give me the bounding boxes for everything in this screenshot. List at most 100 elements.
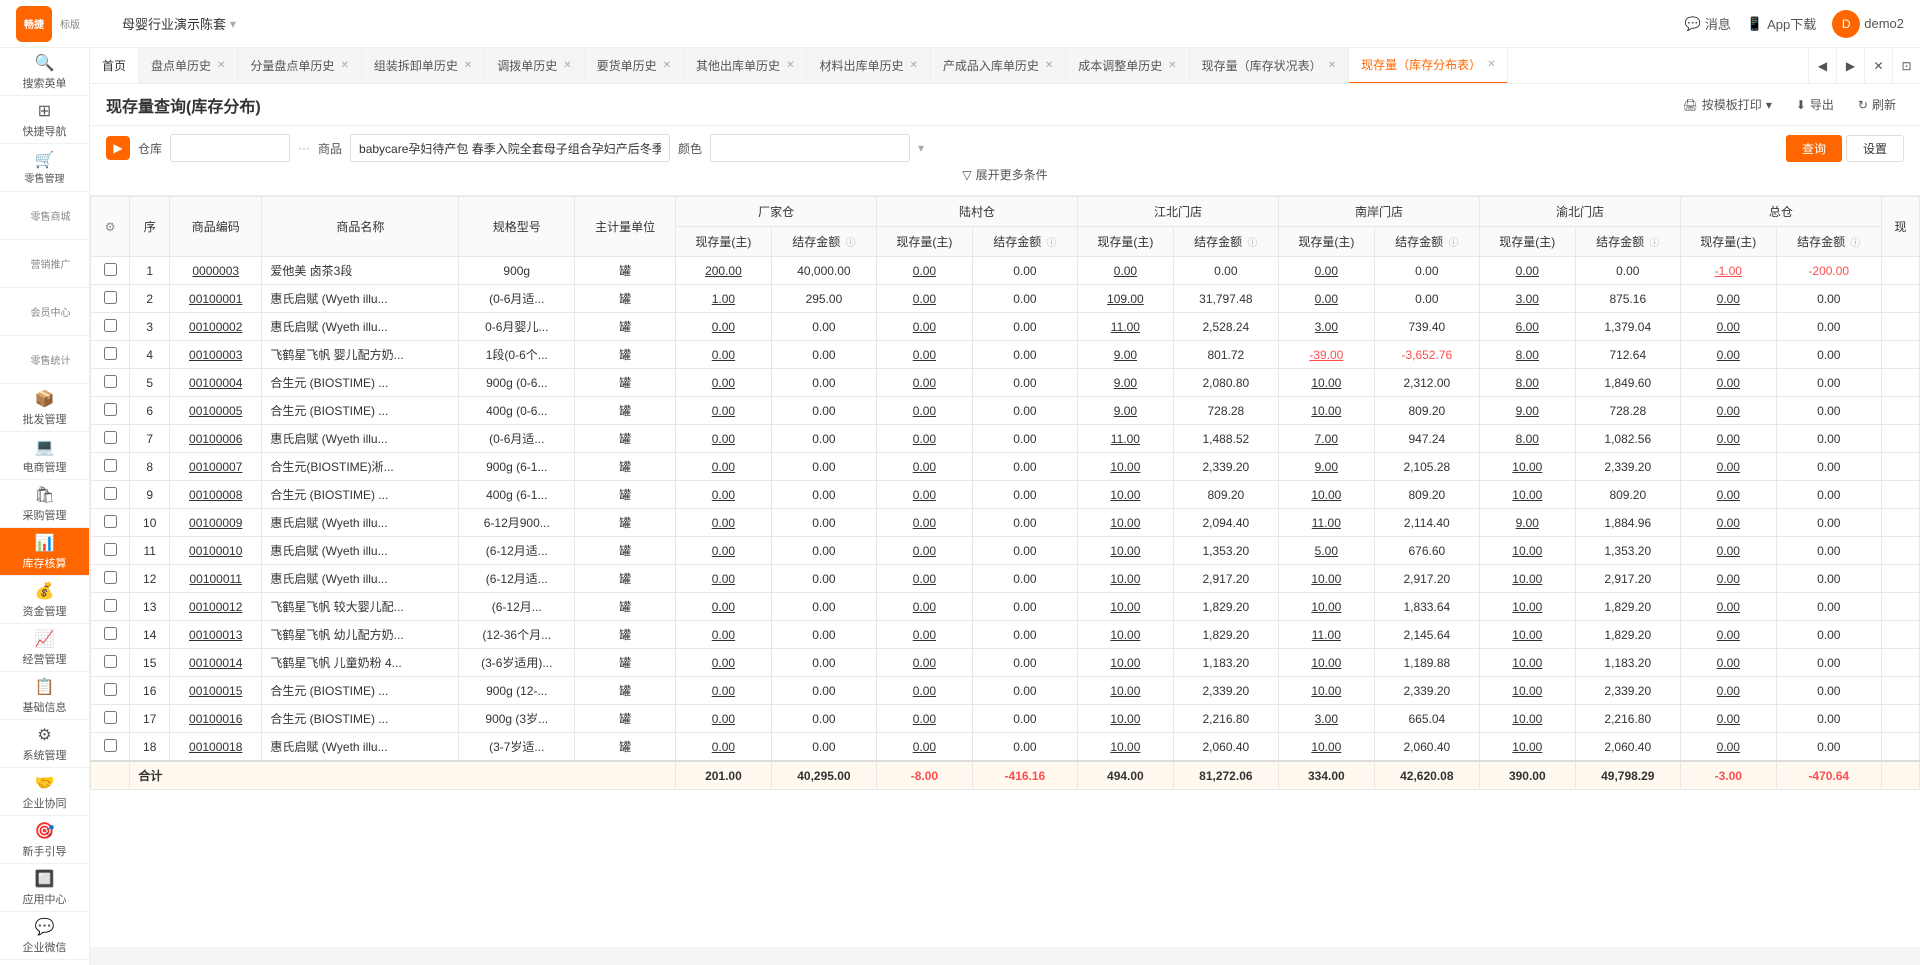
tab-close-icon[interactable]: ✕: [786, 60, 794, 71]
col-gear[interactable]: ⚙: [91, 197, 130, 257]
sidebar-item-retail-shop[interactable]: 零售商城: [0, 192, 89, 240]
row-na-qty[interactable]: 0.00: [1279, 257, 1375, 285]
row-code[interactable]: 00100012: [170, 593, 262, 621]
row-zc-qty[interactable]: 0.00: [1680, 649, 1776, 677]
row-check[interactable]: [91, 285, 130, 313]
row-na-qty[interactable]: 10.00: [1279, 565, 1375, 593]
tab-11-active[interactable]: 现存量（库存分布表） ✕: [1349, 48, 1508, 84]
row-yb-qty[interactable]: 10.00: [1479, 593, 1575, 621]
tab-home[interactable]: 首页: [90, 48, 139, 84]
row-fj-qty[interactable]: 0.00: [676, 733, 772, 762]
sidebar-item-ecommerce[interactable]: 💻 电商管理: [0, 432, 89, 480]
row-lc-qty[interactable]: 0.00: [877, 341, 973, 369]
sidebar-item-retail-mgmt[interactable]: 🛒 零售管理: [0, 144, 89, 192]
tab-close-icon[interactable]: ✕: [340, 60, 348, 71]
row-lc-qty[interactable]: 0.00: [877, 733, 973, 762]
row-fj-qty[interactable]: 0.00: [676, 453, 772, 481]
tab-close-icon[interactable]: ✕: [909, 60, 917, 71]
row-fj-qty[interactable]: 1.00: [676, 285, 772, 313]
row-zc-qty[interactable]: 0.00: [1680, 397, 1776, 425]
sidebar-item-inventory[interactable]: 📊 库存核算: [0, 528, 89, 576]
row-jb-qty[interactable]: 11.00: [1078, 313, 1174, 341]
row-fj-qty[interactable]: 0.00: [676, 705, 772, 733]
row-jb-qty[interactable]: 0.00: [1078, 257, 1174, 285]
row-zc-qty[interactable]: 0.00: [1680, 565, 1776, 593]
row-code[interactable]: 00100009: [170, 509, 262, 537]
row-check[interactable]: [91, 733, 130, 762]
row-yb-qty[interactable]: 10.00: [1479, 649, 1575, 677]
row-jb-qty[interactable]: 11.00: [1078, 425, 1174, 453]
row-zc-qty[interactable]: 0.00: [1680, 481, 1776, 509]
message-btn[interactable]: 💬 消息: [1685, 14, 1731, 33]
row-lc-qty[interactable]: 0.00: [877, 621, 973, 649]
row-zc-qty[interactable]: 0.00: [1680, 705, 1776, 733]
tab-2[interactable]: 分量盘点单历史 ✕: [238, 48, 361, 84]
row-check[interactable]: [91, 677, 130, 705]
sidebar-item-guide[interactable]: 🎯 新手引导: [0, 816, 89, 864]
row-fj-qty[interactable]: 0.00: [676, 621, 772, 649]
tab-10[interactable]: 现存量（库存状况表） ✕: [1190, 48, 1349, 84]
tab-5[interactable]: 要货单历史 ✕: [585, 48, 684, 84]
color-dropdown-icon[interactable]: ▾: [918, 141, 924, 155]
row-check[interactable]: [91, 621, 130, 649]
row-jb-qty[interactable]: 10.00: [1078, 621, 1174, 649]
row-na-qty[interactable]: 10.00: [1279, 397, 1375, 425]
row-zc-qty[interactable]: 0.00: [1680, 425, 1776, 453]
tab-close-icon[interactable]: ✕: [1328, 60, 1336, 71]
row-fj-qty[interactable]: 0.00: [676, 369, 772, 397]
tab-close-icon[interactable]: ✕: [1045, 60, 1053, 71]
row-lc-qty[interactable]: 0.00: [877, 705, 973, 733]
row-fj-qty[interactable]: 0.00: [676, 425, 772, 453]
row-na-qty[interactable]: 10.00: [1279, 481, 1375, 509]
sidebar-item-member[interactable]: 会员中心: [0, 288, 89, 336]
row-check[interactable]: [91, 369, 130, 397]
row-check[interactable]: [91, 425, 130, 453]
row-code[interactable]: 00100010: [170, 537, 262, 565]
row-code[interactable]: 00100008: [170, 481, 262, 509]
row-code[interactable]: 00100007: [170, 453, 262, 481]
user-menu[interactable]: D demo2: [1832, 10, 1904, 38]
tab-1[interactable]: 盘点单历史 ✕: [139, 48, 238, 84]
row-jb-qty[interactable]: 9.00: [1078, 397, 1174, 425]
row-yb-qty[interactable]: 9.00: [1479, 397, 1575, 425]
row-zc-qty[interactable]: 0.00: [1680, 369, 1776, 397]
row-yb-qty[interactable]: 10.00: [1479, 453, 1575, 481]
row-yb-qty[interactable]: 3.00: [1479, 285, 1575, 313]
row-check[interactable]: [91, 509, 130, 537]
row-jb-qty[interactable]: 10.00: [1078, 593, 1174, 621]
row-check[interactable]: [91, 453, 130, 481]
row-code[interactable]: 00100015: [170, 677, 262, 705]
row-zc-qty[interactable]: 0.00: [1680, 313, 1776, 341]
row-check[interactable]: [91, 537, 130, 565]
sidebar-item-system[interactable]: ⚙ 系统管理: [0, 720, 89, 768]
sidebar-item-basic-info[interactable]: 📋 基础信息: [0, 672, 89, 720]
row-yb-qty[interactable]: 8.00: [1479, 425, 1575, 453]
row-na-qty[interactable]: 10.00: [1279, 593, 1375, 621]
row-jb-qty[interactable]: 10.00: [1078, 481, 1174, 509]
row-code[interactable]: 00100005: [170, 397, 262, 425]
row-lc-qty[interactable]: 0.00: [877, 677, 973, 705]
sidebar-item-purchase[interactable]: 🛍 采购管理: [0, 480, 89, 528]
row-na-qty[interactable]: 10.00: [1279, 369, 1375, 397]
row-jb-qty[interactable]: 10.00: [1078, 565, 1174, 593]
row-lc-qty[interactable]: 0.00: [877, 481, 973, 509]
row-na-qty[interactable]: 11.00: [1279, 621, 1375, 649]
sidebar-item-search[interactable]: 🔍 搜索英单: [0, 48, 89, 96]
sidebar-item-wechat[interactable]: 💬 企业微信: [0, 912, 89, 960]
row-na-qty[interactable]: 5.00: [1279, 537, 1375, 565]
tab-8[interactable]: 产成品入库单历史 ✕: [931, 48, 1066, 84]
row-lc-qty[interactable]: 0.00: [877, 537, 973, 565]
row-lc-qty[interactable]: 0.00: [877, 509, 973, 537]
row-code[interactable]: 00100002: [170, 313, 262, 341]
row-yb-qty[interactable]: 10.00: [1479, 537, 1575, 565]
row-fj-qty[interactable]: 0.00: [676, 341, 772, 369]
sidebar-item-finance[interactable]: 💰 资金管理: [0, 576, 89, 624]
row-fj-qty[interactable]: 0.00: [676, 677, 772, 705]
color-input[interactable]: [710, 134, 910, 162]
row-yb-qty[interactable]: 10.00: [1479, 565, 1575, 593]
row-na-qty[interactable]: 10.00: [1279, 677, 1375, 705]
row-na-qty[interactable]: 9.00: [1279, 453, 1375, 481]
row-yb-qty[interactable]: 8.00: [1479, 369, 1575, 397]
row-yb-qty[interactable]: 0.00: [1479, 257, 1575, 285]
row-lc-qty[interactable]: 0.00: [877, 593, 973, 621]
